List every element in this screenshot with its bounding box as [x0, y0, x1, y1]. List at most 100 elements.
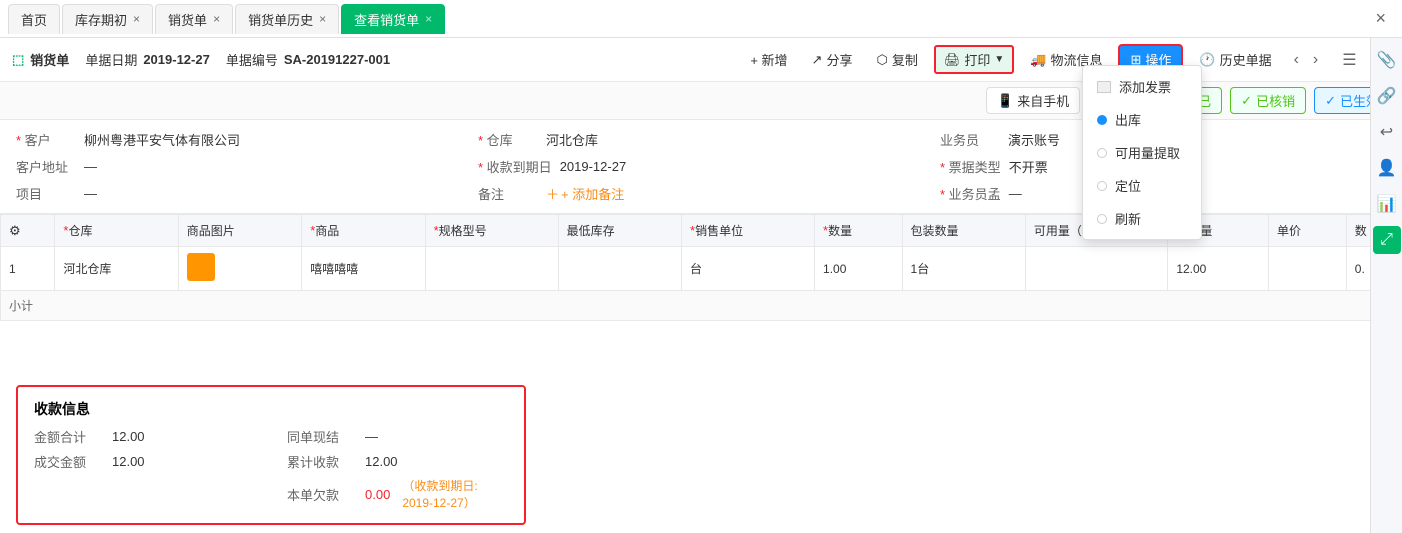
- doc-number-value: SA-20191227-001: [284, 52, 390, 67]
- copy-button[interactable]: ⬡ 复制: [868, 47, 925, 72]
- tab-inventory-init-label: 库存期初: [75, 10, 127, 29]
- tab-home[interactable]: 首页: [8, 4, 60, 34]
- table-row: 1 河北仓库 嘻嘻嘻嘻 台 1.00 1台 12.00 0.: [1, 247, 1402, 291]
- share-button[interactable]: ↗ 分享: [804, 47, 861, 72]
- window-close-button[interactable]: ×: [1367, 4, 1394, 33]
- tab-home-label: 首页: [21, 10, 47, 29]
- copy-icon: ⬡: [876, 52, 887, 68]
- refresh-icon: [1097, 214, 1107, 224]
- new-button[interactable]: + 新增: [742, 47, 795, 72]
- add-invoice-label: 添加发票: [1119, 77, 1171, 96]
- sidebar-icon-user[interactable]: 👤: [1373, 154, 1401, 182]
- col-pack-qty: 包装数量: [902, 215, 1025, 247]
- staff2-label: 业务员孟: [940, 184, 1001, 203]
- cell-available: [1025, 247, 1167, 291]
- ticket-label: 票据类型: [940, 157, 1001, 176]
- print-dropdown-arrow[interactable]: ▼: [994, 54, 1004, 65]
- col-unit-price: 单价: [1268, 215, 1346, 247]
- payment-grid: 金额合计 12.00 同单现结 — 成交金额 12.00 累计收款 12.00 …: [34, 427, 508, 511]
- cell-index: 1: [1, 247, 55, 291]
- project-value: —: [84, 186, 97, 201]
- sidebar-icon-return[interactable]: ↩: [1373, 118, 1401, 146]
- doc-title: ⬚ 销货单: [12, 50, 69, 69]
- customer-label: 客户: [16, 130, 76, 149]
- note-label: 备注: [478, 184, 538, 203]
- add-note-btn[interactable]: ＋ + 添加备注: [546, 184, 624, 203]
- dropdown-item-available-fetch[interactable]: 可用量提取: [1083, 136, 1201, 169]
- prev-arrow[interactable]: ‹: [1288, 47, 1305, 73]
- history-button[interactable]: 🕐 历史单据: [1191, 47, 1279, 72]
- project-row: 项目 —: [16, 184, 462, 203]
- cell-spec: [425, 247, 558, 291]
- addr-label: 客户地址: [16, 157, 76, 176]
- arrears-item: 本单欠款 0.00 （收款到期日: 2019-12-27）: [287, 477, 508, 511]
- col-product-img: 商品图片: [178, 215, 301, 247]
- tab-sales-order-close[interactable]: ×: [213, 12, 220, 26]
- doc-icon: ⬚: [12, 52, 24, 68]
- col-product: *商品: [302, 215, 425, 247]
- arrears-value: 0.00: [365, 487, 390, 502]
- customer-row: 客户 柳州粤港平安气体有限公司: [16, 130, 462, 149]
- col-settings[interactable]: ⚙: [1, 215, 55, 247]
- list-view-btn[interactable]: ☰: [1336, 46, 1362, 74]
- tab-sales-order[interactable]: 销货单 ×: [155, 4, 233, 34]
- available-fetch-label: 可用量提取: [1115, 143, 1180, 162]
- due-date-value: 2019-12-27: [560, 159, 627, 174]
- outbound-label: 出库: [1115, 110, 1141, 129]
- sidebar-icon-expand[interactable]: ⤢: [1373, 226, 1401, 254]
- same-order-label: 同单现结: [287, 427, 357, 446]
- tab-sales-history[interactable]: 销货单历史 ×: [235, 4, 339, 34]
- from-phone-label: 来自手机: [1017, 91, 1069, 110]
- already-voided-icon: ✓: [1241, 93, 1252, 109]
- tab-inventory-init-close[interactable]: ×: [133, 12, 140, 26]
- doc-meta: 单据日期 2019-12-27 单据编号 SA-20191227-001: [85, 50, 390, 69]
- tab-sales-order-label: 销货单: [168, 10, 207, 29]
- dropdown-item-outbound[interactable]: 出库: [1083, 103, 1201, 136]
- dropdown-item-add-invoice[interactable]: 添加发票: [1083, 70, 1201, 103]
- cell-pack-qty: 1台: [902, 247, 1025, 291]
- doc-date-item: 单据日期 2019-12-27: [85, 50, 210, 69]
- sidebar-icon-chart[interactable]: 📊: [1373, 190, 1401, 218]
- cell-product-img: [178, 247, 301, 291]
- subtotal-row: 小计: [1, 291, 1402, 321]
- cell-unit-price: [1268, 247, 1346, 291]
- nav-arrows: ‹ ›: [1288, 47, 1325, 73]
- settings-icon: ⚙: [9, 223, 21, 238]
- sidebar-icon-attach[interactable]: 📎: [1373, 46, 1401, 74]
- already-voided-btn[interactable]: ✓ 已核销: [1230, 87, 1306, 114]
- total-amount-item: 金额合计 12.00: [34, 427, 255, 446]
- refresh-label: 刷新: [1115, 209, 1141, 228]
- sidebar-icon-link[interactable]: 🔗: [1373, 82, 1401, 110]
- cell-min-stock: [558, 247, 681, 291]
- warehouse-label: 仓库: [478, 130, 538, 149]
- doc-number-label: 单据编号: [226, 50, 278, 69]
- dropdown-item-refresh[interactable]: 刷新: [1083, 202, 1201, 235]
- tab-view-sales-close[interactable]: ×: [425, 12, 432, 26]
- dropdown-item-locate[interactable]: 定位: [1083, 169, 1201, 202]
- already-voided-label: 已核销: [1256, 91, 1295, 110]
- total-amount-value: 12.00: [112, 429, 145, 444]
- doc-number-item: 单据编号 SA-20191227-001: [226, 50, 390, 69]
- doc-date-label: 单据日期: [85, 50, 137, 69]
- tab-bar: 首页 库存期初 × 销货单 × 销货单历史 × 查看销货单 × ×: [0, 0, 1402, 38]
- next-arrow[interactable]: ›: [1307, 47, 1324, 73]
- staff2-value: —: [1009, 186, 1022, 201]
- due-date-row: 收款到期日 2019-12-27: [478, 157, 924, 176]
- cumulative-item: 累计收款 12.00: [287, 452, 508, 471]
- same-order-item: 同单现结 —: [287, 427, 508, 446]
- add-note-icon: ＋: [546, 184, 559, 203]
- copy-label: 复制: [892, 50, 918, 69]
- cell-warehouse: 河北仓库: [55, 247, 178, 291]
- doc-title-text: 销货单: [30, 50, 69, 69]
- new-label: + 新增: [750, 50, 787, 69]
- right-sidebar: 📎 🔗 ↩ 👤 📊 ⤢: [1370, 38, 1402, 533]
- print-button[interactable]: 🖨 打印 ▼: [934, 45, 1014, 74]
- from-phone-btn[interactable]: 📱 来自手机: [986, 87, 1080, 114]
- tab-sales-history-close[interactable]: ×: [319, 12, 326, 26]
- arrears-note: （收款到期日: 2019-12-27）: [402, 477, 508, 511]
- due-date-label: 收款到期日: [478, 157, 552, 176]
- tab-view-sales[interactable]: 查看销货单 ×: [341, 4, 445, 34]
- product-image: [187, 253, 215, 281]
- warehouse-row: 仓库 河北仓库: [478, 130, 924, 149]
- tab-inventory-init[interactable]: 库存期初 ×: [62, 4, 153, 34]
